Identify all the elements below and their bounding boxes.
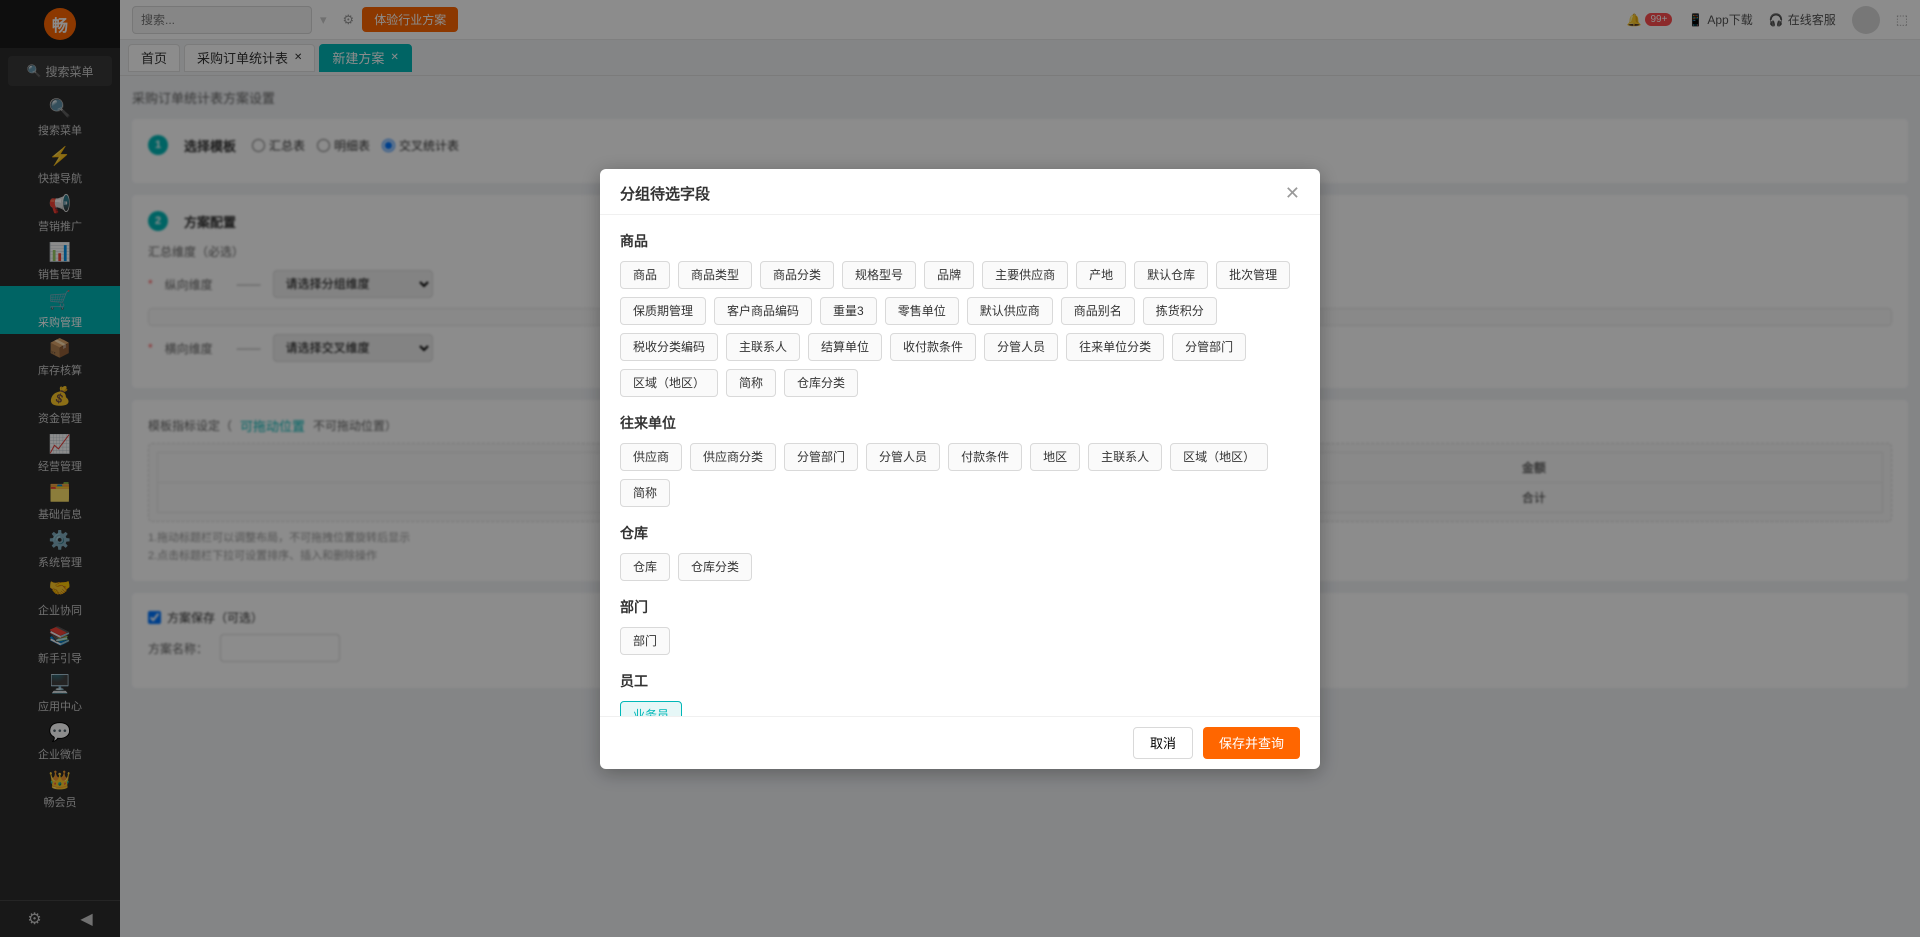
field-chip-2-0[interactable]: 仓库: [620, 553, 670, 581]
field-chips-1: 供应商供应商分类分管部门分管人员付款条件地区主联系人区域（地区） 简称: [620, 443, 1300, 507]
field-chip-4-0[interactable]: 业务员: [620, 701, 682, 716]
group-title-0: 商品: [620, 231, 1300, 251]
field-chip-0-3[interactable]: 规格型号: [842, 261, 916, 289]
field-chip-0-25[interactable]: 仓库分类: [784, 369, 858, 397]
field-chip-1-1[interactable]: 供应商分类: [690, 443, 776, 471]
field-chip-0-0[interactable]: 商品: [620, 261, 670, 289]
field-chip-0-24[interactable]: 简称: [726, 369, 776, 397]
field-chips-3: 部门: [620, 627, 1300, 655]
field-chip-0-21[interactable]: 往来单位分类: [1066, 333, 1164, 361]
field-chip-0-11[interactable]: 重量3: [820, 297, 877, 325]
cancel-button[interactable]: 取消: [1133, 727, 1193, 759]
field-chip-0-1[interactable]: 商品类型: [678, 261, 752, 289]
field-chip-0-22[interactable]: 分管部门: [1172, 333, 1246, 361]
field-chips-0: 商品商品类型商品分类规格型号品牌主要供应商产地默认仓库批次管理保质期管理客户商品…: [620, 261, 1300, 397]
field-chip-0-14[interactable]: 商品别名: [1061, 297, 1135, 325]
field-chip-0-19[interactable]: 收付款条件: [890, 333, 976, 361]
field-chip-0-5[interactable]: 主要供应商: [982, 261, 1068, 289]
field-group-0: 商品商品商品类型商品分类规格型号品牌主要供应商产地默认仓库批次管理保质期管理客户…: [620, 231, 1300, 397]
field-chip-1-4[interactable]: 付款条件: [948, 443, 1022, 471]
field-chip-0-8[interactable]: 批次管理: [1216, 261, 1290, 289]
group-title-3: 部门: [620, 597, 1300, 617]
dialog-title: 分组待选字段: [620, 183, 710, 204]
field-chip-0-20[interactable]: 分管人员: [984, 333, 1058, 361]
field-chip-0-6[interactable]: 产地: [1076, 261, 1126, 289]
field-group-3: 部门部门: [620, 597, 1300, 655]
field-chip-1-2[interactable]: 分管部门: [784, 443, 858, 471]
field-chip-0-12[interactable]: 零售单位: [885, 297, 959, 325]
field-chip-0-4[interactable]: 品牌: [924, 261, 974, 289]
field-group-2: 仓库仓库仓库分类: [620, 523, 1300, 581]
field-chip-1-5[interactable]: 地区: [1030, 443, 1080, 471]
field-chip-0-16[interactable]: 税收分类编码: [620, 333, 718, 361]
field-chip-0-17[interactable]: 主联系人: [726, 333, 800, 361]
field-chips-2: 仓库仓库分类: [620, 553, 1300, 581]
field-group-1: 往来单位供应商供应商分类分管部门分管人员付款条件地区主联系人区域（地区） 简称: [620, 413, 1300, 507]
field-group-4: 员工业务员: [620, 671, 1300, 716]
field-chip-0-10[interactable]: 客户商品编码: [714, 297, 812, 325]
field-chip-1-7[interactable]: 区域（地区）: [1170, 443, 1268, 471]
dialog-close-button[interactable]: ✕: [1285, 183, 1300, 204]
group-title-1: 往来单位: [620, 413, 1300, 433]
field-chip-3-0[interactable]: 部门: [620, 627, 670, 655]
field-chip-0-13[interactable]: 默认供应商: [967, 297, 1053, 325]
field-chip-0-23[interactable]: 区域（地区）: [620, 369, 718, 397]
dialog-header: 分组待选字段 ✕: [600, 169, 1320, 215]
field-chip-2-1[interactable]: 仓库分类: [678, 553, 752, 581]
field-chip-1-3[interactable]: 分管人员: [866, 443, 940, 471]
field-chip-1-6[interactable]: 主联系人: [1088, 443, 1162, 471]
field-chip-0-9[interactable]: 保质期管理: [620, 297, 706, 325]
field-chip-0-2[interactable]: 商品分类: [760, 261, 834, 289]
field-chip-1-8[interactable]: 简称: [620, 479, 670, 507]
group-title-4: 员工: [620, 671, 1300, 691]
dialog-body[interactable]: 商品商品商品类型商品分类规格型号品牌主要供应商产地默认仓库批次管理保质期管理客户…: [600, 215, 1320, 716]
field-chip-0-7[interactable]: 默认仓库: [1134, 261, 1208, 289]
group-title-2: 仓库: [620, 523, 1300, 543]
field-chip-0-18[interactable]: 结算单位: [808, 333, 882, 361]
field-chip-1-0[interactable]: 供应商: [620, 443, 682, 471]
confirm-button[interactable]: 保存并查询: [1203, 727, 1300, 759]
field-chips-4: 业务员: [620, 701, 1300, 716]
field-selection-dialog: 分组待选字段 ✕ 商品商品商品类型商品分类规格型号品牌主要供应商产地默认仓库批次…: [600, 169, 1320, 769]
dialog-footer: 取消 保存并查询: [600, 716, 1320, 769]
modal-overlay: 分组待选字段 ✕ 商品商品商品类型商品分类规格型号品牌主要供应商产地默认仓库批次…: [0, 0, 1920, 937]
field-chip-0-15[interactable]: 拣货积分: [1143, 297, 1217, 325]
